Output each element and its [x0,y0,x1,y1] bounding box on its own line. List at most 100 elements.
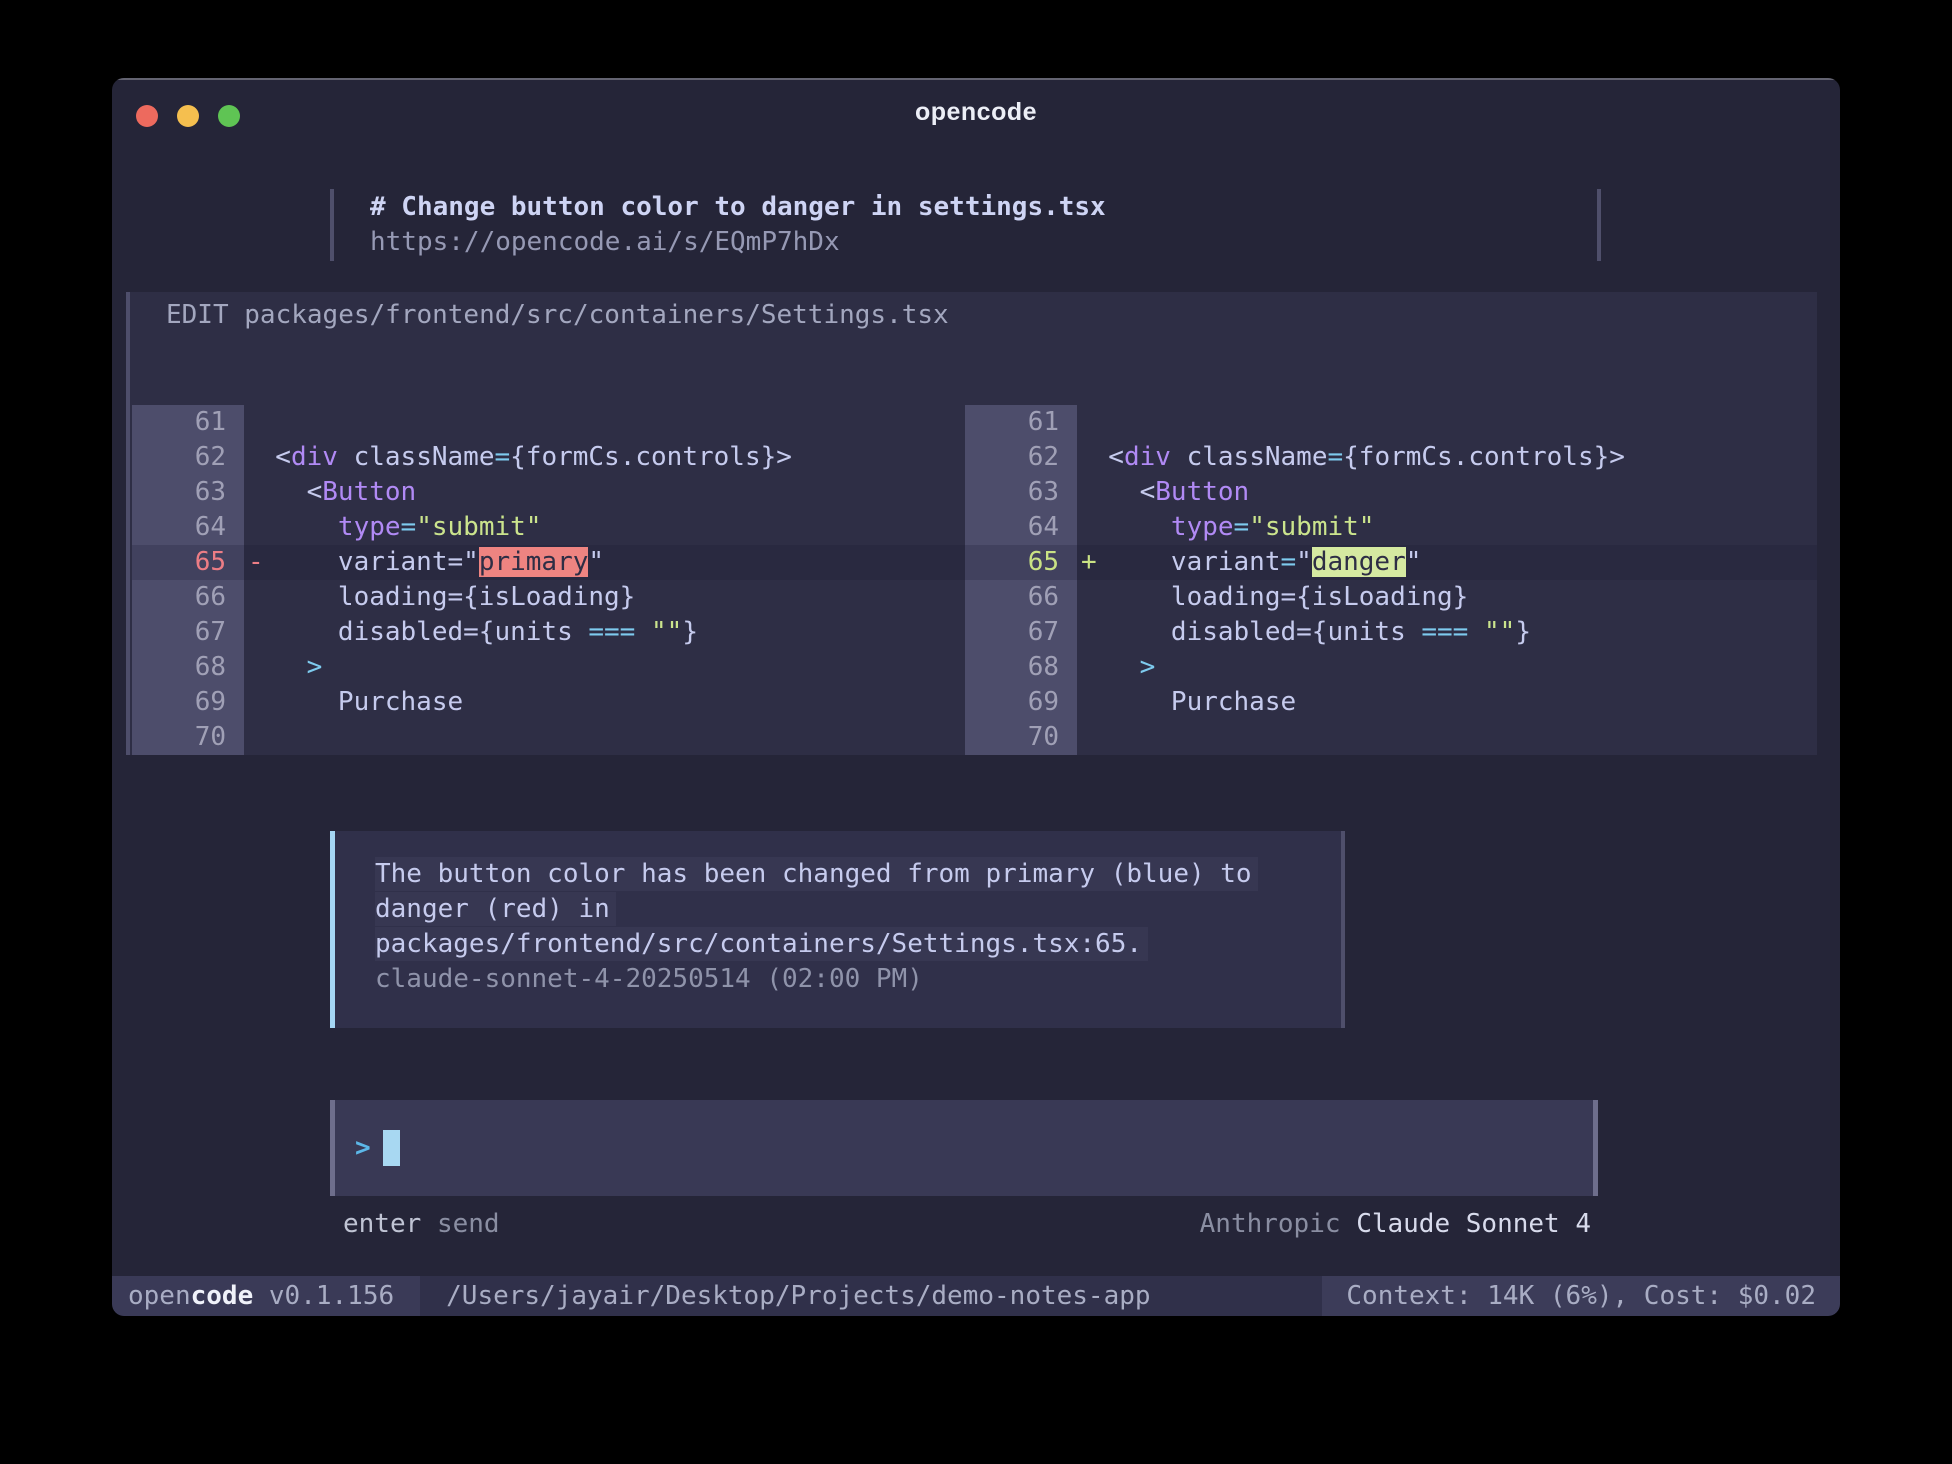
line-number: 62 [132,440,244,475]
user-message-block: # Change button color to danger in setti… [330,189,1601,261]
code-token: > [307,652,323,682]
prompt-caret: > [355,1133,371,1163]
code-cell [244,720,965,755]
code-token: = [494,442,510,472]
code-token: } [682,617,698,647]
user-message-title: # Change button color to danger in setti… [370,190,1597,225]
code-token: "submit" [416,512,541,542]
message-line: packages/frontend/src/containers/Setting… [375,927,1341,962]
line-number: 66 [132,580,244,615]
diff-row: 64 type="submit"64 type="submit" [130,510,1817,545]
line-number: 70 [132,720,244,755]
diff-row: 66 loading={isLoading}66 loading={isLoad… [130,580,1817,615]
code-token: div [291,442,338,472]
message-text: The button color has been changed from p… [375,857,1258,891]
diff-row: 65- variant="primary"65+ variant="danger… [130,545,1817,580]
status-bar: opencode v0.1.156 /Users/jayair/Desktop/… [112,1276,1840,1316]
code-token: } [1515,617,1531,647]
line-number: 69 [965,685,1077,720]
code-token: === [588,617,635,647]
code-cell: <div className={formCs.controls}> [1077,440,1817,475]
diff-row: 62 <div className={formCs.controls}>62 <… [130,440,1817,475]
message-line: The button color has been changed from p… [375,857,1341,892]
code-token [635,617,651,647]
code-token: Button [1155,477,1249,507]
code-token: type [338,512,401,542]
diff-row: 63 <Button63 <Button [130,475,1817,510]
app-name: open [128,1281,191,1311]
code-cell: - variant="primary" [244,545,965,580]
line-number: 63 [132,475,244,510]
code-cell: loading={isLoading} [1077,580,1817,615]
code-cell: <Button [244,475,965,510]
code-token: div [1124,442,1171,472]
code-token: primary [479,547,589,577]
code-token: = [1281,547,1297,577]
code-token: disabled={units [1077,617,1421,647]
code-token: < [1077,442,1124,472]
code-cell: type="submit" [244,510,965,545]
line-number: 64 [132,510,244,545]
code-token [1077,512,1171,542]
code-token: className [1171,442,1328,472]
message-line: danger (red) in [375,892,1341,927]
line-number: 67 [965,615,1077,650]
code-token [244,652,307,682]
code-token [1077,652,1140,682]
code-token: danger [1312,547,1406,577]
hint-label: send [437,1209,500,1239]
code-token: " [588,547,604,577]
line-number: 69 [132,685,244,720]
code-cell: type="submit" [1077,510,1817,545]
minimize-button[interactable] [177,105,199,127]
message-meta: claude-sonnet-4-20250514 (02:00 PM) [375,964,923,994]
close-button[interactable] [136,105,158,127]
hint-key: enter [343,1209,421,1239]
code-cell: Purchase [1077,685,1817,720]
keyboard-hint: enter send [343,1207,500,1242]
zoom-button[interactable] [218,105,240,127]
code-token: {formCs.controls}> [510,442,792,472]
code-token: Purchase [244,687,463,717]
code-token: Purchase [1077,687,1296,717]
edit-diff-panel: EDIT packages/frontend/src/containers/Se… [126,292,1817,755]
code-cell: > [1077,650,1817,685]
code-token: "submit" [1249,512,1374,542]
diff-rows: 616162 <div className={formCs.controls}>… [130,405,1817,755]
diff-row: 6161 [130,405,1817,440]
code-cell: disabled={units === ""} [244,615,965,650]
code-token: variant [1077,547,1281,577]
code-token [244,512,338,542]
code-token: "" [651,617,682,647]
line-number: 70 [965,720,1077,755]
status-project-path: /Users/jayair/Desktop/Projects/demo-note… [420,1276,1322,1316]
line-number: 68 [132,650,244,685]
opencode-window: opencode # Change button color to danger… [112,78,1840,1316]
line-number: 65 [132,545,244,580]
model-name: Claude Sonnet 4 [1356,1209,1591,1239]
message-text: packages/frontend/src/containers/Setting… [375,927,1148,961]
code-cell: disabled={units === ""} [1077,615,1817,650]
code-token: < [244,442,291,472]
code-token: type [1171,512,1234,542]
edit-action-label: EDIT [166,300,229,330]
code-cell [244,405,965,440]
code-token: "" [1484,617,1515,647]
code-cell: <div className={formCs.controls}> [244,440,965,475]
diff-row: 69 Purchase69 Purchase [130,685,1817,720]
code-token: disabled={units [244,617,588,647]
code-cell: <Button [1077,475,1817,510]
diff-row: 67 disabled={units === ""}67 disabled={u… [130,615,1817,650]
edit-file-path: EDIT packages/frontend/src/containers/Se… [130,292,1817,332]
window-title: opencode [112,78,1840,127]
line-number: 61 [965,405,1077,440]
code-token: loading={isLoading} [244,582,635,612]
code-token: " [1406,547,1422,577]
line-number: 63 [965,475,1077,510]
prompt-input[interactable]: > [330,1100,1598,1196]
code-cell: Purchase [244,685,965,720]
share-url-link[interactable]: https://opencode.ai/s/EQmP7hDx [370,225,1597,260]
line-number: 68 [965,650,1077,685]
code-cell: loading={isLoading} [244,580,965,615]
line-number: 66 [965,580,1077,615]
